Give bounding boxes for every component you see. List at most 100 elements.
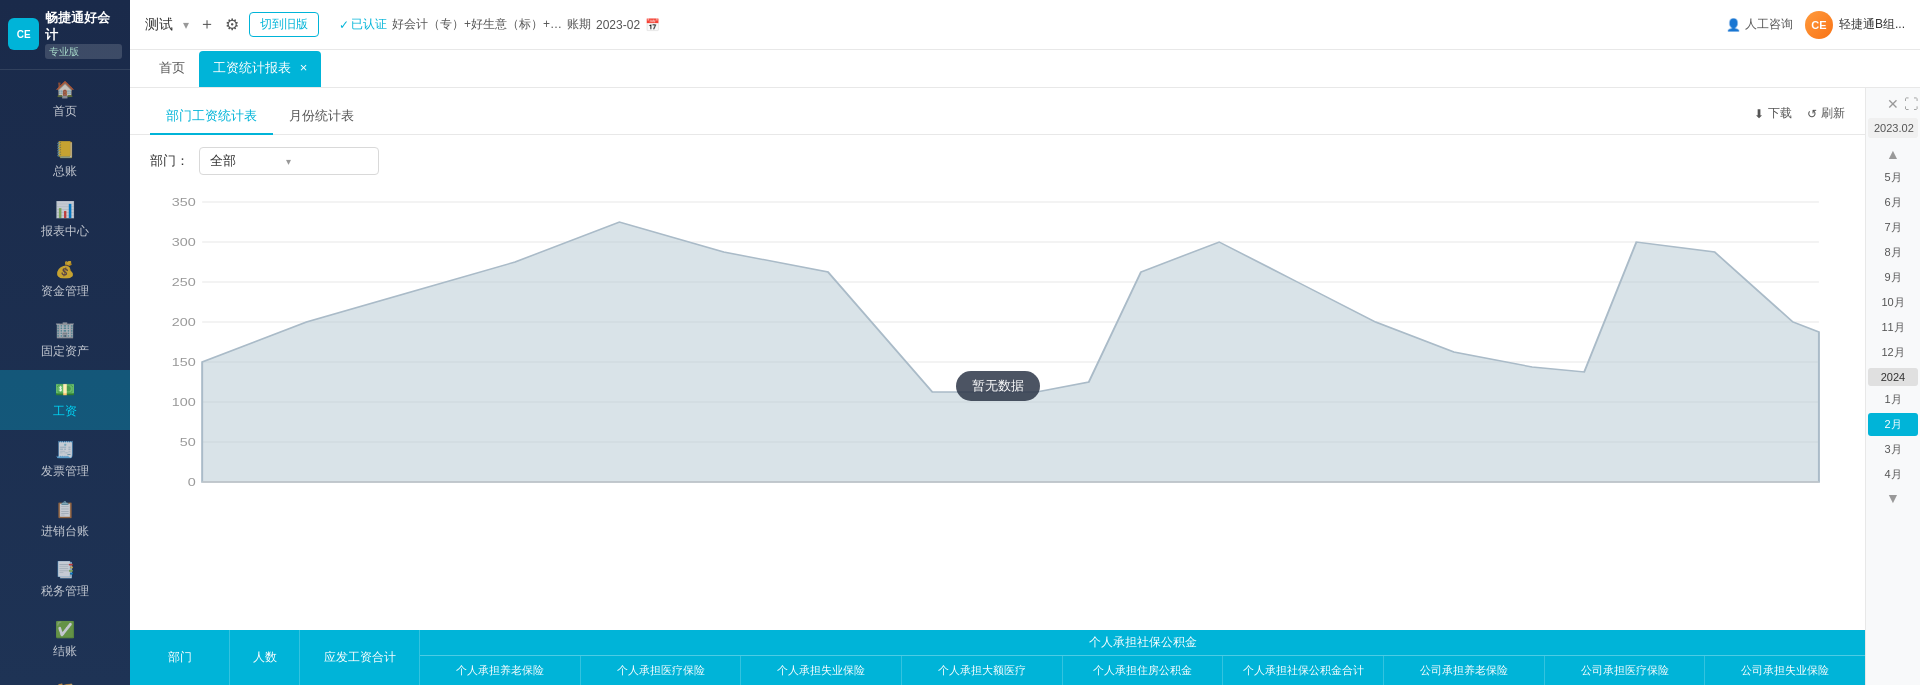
panel-nav-up[interactable]: ▲ — [1884, 144, 1902, 164]
col-personal-unemployment: 个人承担失业保险 — [741, 656, 902, 685]
sub-tab-monthly-label: 月份统计表 — [289, 108, 354, 123]
col-payroll: 应发工资合计 — [300, 630, 420, 685]
tab-home[interactable]: 首页 — [145, 51, 199, 87]
check-icon: ✓ — [339, 18, 349, 32]
month-7[interactable]: 7月 — [1868, 216, 1918, 239]
sidebar: CE 畅捷通好会计 专业版 🏠 首页 📒 总账 📊 报表中心 💰 资金管理 🏢 … — [0, 0, 130, 685]
sidebar-item-payroll[interactable]: 💵 工资 — [0, 370, 130, 430]
period-label: 账期 — [567, 16, 591, 33]
month-4[interactable]: 4月 — [1868, 463, 1918, 486]
tax-icon: 📑 — [55, 560, 75, 579]
month-2-active[interactable]: 2月 — [1868, 413, 1918, 436]
archive-icon: 📁 — [55, 680, 75, 685]
panel-nav-down[interactable]: ▼ — [1884, 488, 1902, 508]
download-btn[interactable]: ⬇ 下载 — [1754, 105, 1792, 122]
consultant-btn[interactable]: 👤 人工咨询 — [1726, 16, 1793, 33]
month-10[interactable]: 10月 — [1868, 291, 1918, 314]
month-1[interactable]: 1月 — [1868, 388, 1918, 411]
maximize-panel-btn[interactable]: ⛶ — [1904, 96, 1918, 112]
ledger-icon: 📒 — [55, 140, 75, 159]
sidebar-item-tax[interactable]: 📑 税务管理 — [0, 550, 130, 610]
tab-payroll-report[interactable]: 工资统计报表 × — [199, 51, 321, 87]
sub-tab-dept[interactable]: 部门工资统计表 — [150, 99, 273, 135]
brand-name: 畅捷通好会计 — [45, 10, 122, 44]
col-dept: 部门 — [130, 630, 230, 685]
close-panel-btn[interactable]: ✕ — [1887, 96, 1899, 112]
svg-text:150: 150 — [172, 356, 196, 369]
sidebar-label-invoice: 发票管理 — [41, 463, 89, 480]
add-button[interactable]: ＋ — [199, 14, 215, 35]
user-menu[interactable]: CE 轻捷通B组... — [1805, 11, 1905, 39]
sidebar-label-funds: 资金管理 — [41, 283, 89, 300]
svg-text:300: 300 — [172, 236, 196, 249]
tab-close-icon[interactable]: × — [300, 60, 308, 75]
dept-filter-label: 部门： — [150, 152, 189, 170]
sidebar-item-ledger[interactable]: 📒 总账 — [0, 130, 130, 190]
svg-text:100: 100 — [172, 396, 196, 409]
payroll-icon: 💵 — [55, 380, 75, 399]
tags-text: 好会计（专）+好生意（标）+… — [392, 16, 562, 33]
sidebar-label-assets: 固定资产 — [41, 343, 89, 360]
col-group-personal: 个人承担社保公积金 个人承担养老保险 个人承担医疗保险 个人承担失业保险 — [420, 630, 1865, 685]
group-personal-cols: 个人承担养老保险 个人承担医疗保险 个人承担失业保险 个人承担大额医疗 个人承担 — [420, 656, 1865, 685]
main-content: 部门工资统计表 月份统计表 ⬇ 下载 ↺ 刷新 — [130, 88, 1865, 685]
tab-payroll-label: 工资统计报表 — [213, 60, 291, 75]
chart-area: 350 300 250 200 150 100 50 0 暂无数据 — [130, 187, 1865, 630]
reports-icon: 📊 — [55, 200, 75, 219]
chevron-down-icon: ▾ — [286, 156, 291, 167]
right-panel: ✕ ⛶ 2023.02 ▲ 5月 6月 7月 8月 9月 10月 11月 12月… — [1865, 88, 1920, 685]
consultant-label: 人工咨询 — [1745, 16, 1793, 33]
sidebar-label-payroll: 工资 — [53, 403, 77, 420]
username: 轻捷通B组... — [1839, 16, 1905, 33]
col-company-medical: 公司承担医疗保险 — [1545, 656, 1706, 685]
sub-tab-monthly[interactable]: 月份统计表 — [273, 99, 370, 135]
month-11[interactable]: 11月 — [1868, 316, 1918, 339]
sidebar-item-home[interactable]: 🏠 首页 — [0, 70, 130, 130]
period-value: 2023-02 — [596, 18, 640, 32]
month-12[interactable]: 12月 — [1868, 341, 1918, 364]
refresh-btn[interactable]: ↺ 刷新 — [1807, 105, 1845, 122]
month-3[interactable]: 3月 — [1868, 438, 1918, 461]
sidebar-item-invoice[interactable]: 🧾 发票管理 — [0, 430, 130, 490]
invoice-icon: 🧾 — [55, 440, 75, 459]
dept-dropdown[interactable]: 全部 ▾ — [199, 147, 379, 175]
sidebar-label-tax: 税务管理 — [41, 583, 89, 600]
panel-controls: ✕ ⛶ — [1868, 96, 1918, 112]
col-headcount: 人数 — [230, 630, 300, 685]
sidebar-item-assets[interactable]: 🏢 固定资产 — [0, 310, 130, 370]
content-tabs: 首页 工资统计报表 × — [130, 50, 1920, 88]
download-icon: ⬇ — [1754, 107, 1764, 121]
sidebar-label-home: 首页 — [53, 103, 77, 120]
sidebar-item-funds[interactable]: 💰 资金管理 — [0, 250, 130, 310]
col-personal-pension: 个人承担养老保险 — [420, 656, 581, 685]
col-personal-major-medical: 个人承担大额医疗 — [902, 656, 1063, 685]
home-icon: 🏠 — [55, 80, 75, 99]
col-personal-total: 个人承担社保公积金合计 — [1223, 656, 1384, 685]
avatar: CE — [1805, 11, 1833, 39]
topbar-right: 👤 人工咨询 CE 轻捷通B组... — [1726, 11, 1905, 39]
switch-to-old-btn[interactable]: 切到旧版 — [249, 12, 319, 37]
chart-svg: 350 300 250 200 150 100 50 0 — [150, 192, 1845, 502]
col-personal-housing-fund: 个人承担住房公积金 — [1063, 656, 1224, 685]
sidebar-item-close[interactable]: ✅ 结账 — [0, 610, 130, 670]
month-5[interactable]: 5月 — [1868, 166, 1918, 189]
group-personal-label: 个人承担社保公积金 — [420, 630, 1865, 656]
svg-text:50: 50 — [180, 436, 196, 449]
sidebar-item-sales[interactable]: 📋 进销台账 — [0, 490, 130, 550]
month-8[interactable]: 8月 — [1868, 241, 1918, 264]
assets-icon: 🏢 — [55, 320, 75, 339]
calendar-icon[interactable]: 📅 — [645, 18, 660, 32]
logo-icon: CE — [8, 18, 39, 50]
month-9[interactable]: 9月 — [1868, 266, 1918, 289]
close-period-icon: ✅ — [55, 620, 75, 639]
sidebar-item-archive[interactable]: 📁 归档管理 — [0, 670, 130, 685]
settings-gear-icon[interactable]: ⚙ — [225, 15, 239, 34]
dropdown-arrow-icon[interactable]: ▾ — [183, 18, 189, 32]
sidebar-item-reports[interactable]: 📊 报表中心 — [0, 190, 130, 250]
refresh-icon: ↺ — [1807, 107, 1817, 121]
month-6[interactable]: 6月 — [1868, 191, 1918, 214]
sidebar-label-sales: 进销台账 — [41, 523, 89, 540]
edition-badge: 专业版 — [45, 44, 122, 59]
svg-text:350: 350 — [172, 196, 196, 209]
topbar-tags: ✓ 已认证 好会计（专）+好生意（标）+… 账期 2023-02 📅 — [339, 16, 660, 33]
